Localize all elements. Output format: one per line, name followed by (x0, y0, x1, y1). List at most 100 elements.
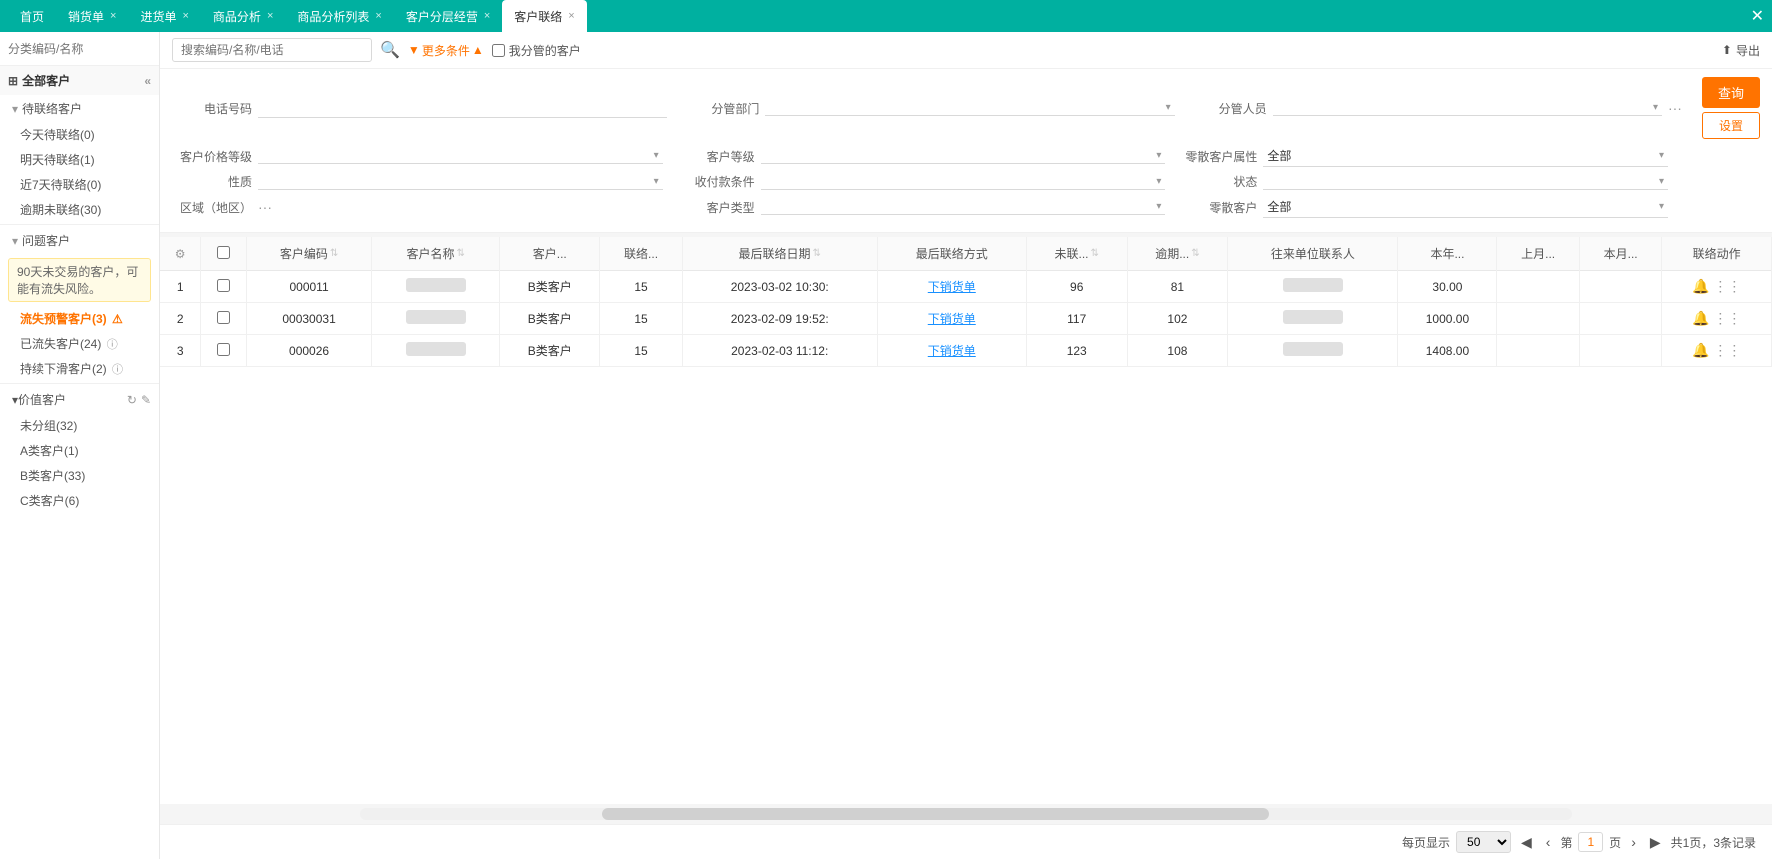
close-icon[interactable]: × (182, 10, 188, 22)
row-checkbox[interactable] (217, 311, 230, 324)
refresh-icon[interactable]: ↻ (127, 393, 137, 407)
th-contact[interactable]: 联络... (600, 237, 682, 271)
sidebar-item-ungrouped[interactable]: 未分组(32) (0, 413, 159, 438)
th-settings[interactable]: ⚙ (160, 237, 201, 271)
window-close-btn[interactable]: ✕ (1751, 6, 1764, 26)
tab-product-analysis[interactable]: 商品分析 × (201, 0, 285, 32)
query-button[interactable]: 查询 (1702, 77, 1760, 108)
sidebar-item-churn-warning[interactable]: 流失预警客户(3) ⚠ (0, 306, 159, 331)
sort-no-contact[interactable]: 未联...⇅ (1055, 245, 1099, 262)
phone-input[interactable] (258, 99, 667, 118)
settings-button[interactable]: 设置 (1702, 112, 1760, 139)
th-this-year[interactable]: 本年... (1398, 237, 1497, 271)
contact-action-icon[interactable]: 🔔 (1692, 278, 1709, 295)
my-customers-check[interactable] (492, 44, 505, 57)
sort-name[interactable]: 客户名称⇅ (407, 245, 465, 262)
sidebar-item-today-contact[interactable]: 今天待联络(0) (0, 122, 159, 147)
sidebar-item-overdue-contact[interactable]: 逾期未联络(30) (0, 197, 159, 222)
last-method-link[interactable]: 下销货单 (928, 312, 976, 326)
sidebar-item-b-class[interactable]: B类客户(33) (0, 463, 159, 488)
first-page-btn[interactable]: ◀ (1517, 832, 1536, 853)
contact-action-icon[interactable]: 🔔 (1692, 342, 1709, 359)
sidebar-item-declining[interactable]: 持续下滑客户(2) ⓘ (0, 356, 159, 381)
settings-icon[interactable]: ⚙ (175, 247, 186, 261)
sidebar-item-tomorrow-contact[interactable]: 明天待联络(1) (0, 147, 159, 172)
price-level-select[interactable]: ▾ (258, 148, 663, 164)
th-code[interactable]: 客户编码⇅ (246, 237, 371, 271)
more-action-icon[interactable]: ⋮⋮ (1713, 310, 1741, 327)
close-icon[interactable]: × (267, 10, 273, 22)
tab-customer-segment[interactable]: 客户分层经营 × (394, 0, 502, 32)
customer-type-select[interactable]: ▾ (761, 199, 1166, 215)
sort-last-date[interactable]: 最后联络日期⇅ (739, 245, 821, 262)
customer-level-select[interactable]: ▾ (761, 148, 1166, 164)
more-action-icon[interactable]: ⋮⋮ (1713, 278, 1741, 295)
horizontal-scrollbar[interactable] (360, 808, 1572, 820)
last-method-link[interactable]: 下销货单 (928, 280, 976, 294)
more-conditions-btn[interactable]: ▼ 更多条件 ▲ (408, 42, 484, 59)
sidebar-item-c-class[interactable]: C类客户(6) (0, 488, 159, 513)
nature-select[interactable]: ▾ (258, 174, 663, 190)
sidebar-item-7day-contact[interactable]: 近7天待联络(0) (0, 172, 159, 197)
per-page-select[interactable]: 50 100 (1456, 831, 1511, 853)
sidebar-group-problem[interactable]: ▾ 问题客户 (0, 227, 159, 254)
prev-page-btn[interactable]: ‹ (1542, 832, 1555, 852)
th-contact-person[interactable]: 往来单位联系人 (1228, 237, 1398, 271)
td-last-method[interactable]: 下销货单 (877, 335, 1026, 367)
sort-code[interactable]: 客户编码⇅ (280, 245, 338, 262)
dept-select[interactable]: ▾ (765, 100, 1174, 116)
export-btn[interactable]: ⬆ 导出 (1722, 42, 1760, 59)
row-checkbox[interactable] (217, 279, 230, 292)
tab-home[interactable]: 首页 (8, 0, 56, 32)
td-checkbox[interactable] (201, 335, 247, 367)
close-icon[interactable]: × (110, 10, 116, 22)
search-button[interactable]: 🔍 (380, 40, 400, 60)
my-customers-checkbox[interactable]: 我分管的客户 (492, 42, 581, 59)
sidebar-search-input[interactable] (8, 42, 160, 56)
more-action-icon[interactable]: ⋮⋮ (1713, 342, 1741, 359)
th-checkbox[interactable] (201, 237, 247, 271)
collapse-icon[interactable]: « (144, 74, 151, 88)
select-all-checkbox[interactable] (217, 246, 230, 259)
retail-attr-select[interactable]: 全部 ▾ (1263, 145, 1668, 167)
sidebar-item-churned[interactable]: 已流失客户(24) ⓘ (0, 331, 159, 356)
sort-overdue[interactable]: 逾期...⇅ (1155, 245, 1199, 262)
status-select[interactable]: ▾ (1263, 174, 1668, 190)
th-this-month[interactable]: 本月... (1579, 237, 1661, 271)
last-method-link[interactable]: 下销货单 (928, 344, 976, 358)
retail-customer-select[interactable]: 全部 ▾ (1263, 196, 1668, 218)
th-last-date[interactable]: 最后联络日期⇅ (682, 237, 877, 271)
sidebar-item-a-class[interactable]: A类客户(1) (0, 438, 159, 463)
td-last-method[interactable]: 下销货单 (877, 303, 1026, 335)
next-page-btn[interactable]: › (1627, 832, 1640, 852)
th-last-method[interactable]: 最后联络方式 (877, 237, 1026, 271)
region-more-icon[interactable]: ··· (258, 199, 272, 215)
th-name[interactable]: 客户名称⇅ (372, 237, 500, 271)
scrollbar-thumb[interactable] (602, 808, 1269, 820)
last-page-btn[interactable]: ▶ (1646, 832, 1665, 853)
sidebar-group-value[interactable]: ▾ 价值客户 ↻ ✎ (0, 386, 159, 413)
tab-purchase-order[interactable]: 进货单 × (128, 0, 200, 32)
th-last-month[interactable]: 上月... (1497, 237, 1579, 271)
sidebar-group-pending[interactable]: ▾ 待联络客户 (0, 95, 159, 122)
tab-sales-order[interactable]: 销货单 × (56, 0, 128, 32)
manager-select[interactable]: ▾ (1273, 100, 1662, 116)
td-checkbox[interactable] (201, 271, 247, 303)
payment-select[interactable]: ▾ (761, 174, 1166, 190)
row-checkbox[interactable] (217, 343, 230, 356)
tab-customer-contact[interactable]: 客户联络 × (502, 0, 586, 32)
edit-icon[interactable]: ✎ (141, 393, 151, 407)
contact-action-icon[interactable]: 🔔 (1692, 310, 1709, 327)
sidebar-root[interactable]: ⊞ 全部客户 « (0, 66, 159, 95)
td-last-method[interactable]: 下销货单 (877, 271, 1026, 303)
more-options-icon[interactable]: ··· (1668, 100, 1682, 116)
tab-product-analysis-list[interactable]: 商品分析列表 × (285, 0, 393, 32)
close-icon[interactable]: × (484, 10, 490, 22)
th-type[interactable]: 客户... (500, 237, 600, 271)
th-overdue[interactable]: 逾期...⇅ (1127, 237, 1228, 271)
close-icon[interactable]: × (568, 10, 574, 22)
th-action[interactable]: 联络动作 (1662, 237, 1772, 271)
td-checkbox[interactable] (201, 303, 247, 335)
search-input[interactable] (172, 38, 372, 62)
th-no-contact[interactable]: 未联...⇅ (1026, 237, 1127, 271)
